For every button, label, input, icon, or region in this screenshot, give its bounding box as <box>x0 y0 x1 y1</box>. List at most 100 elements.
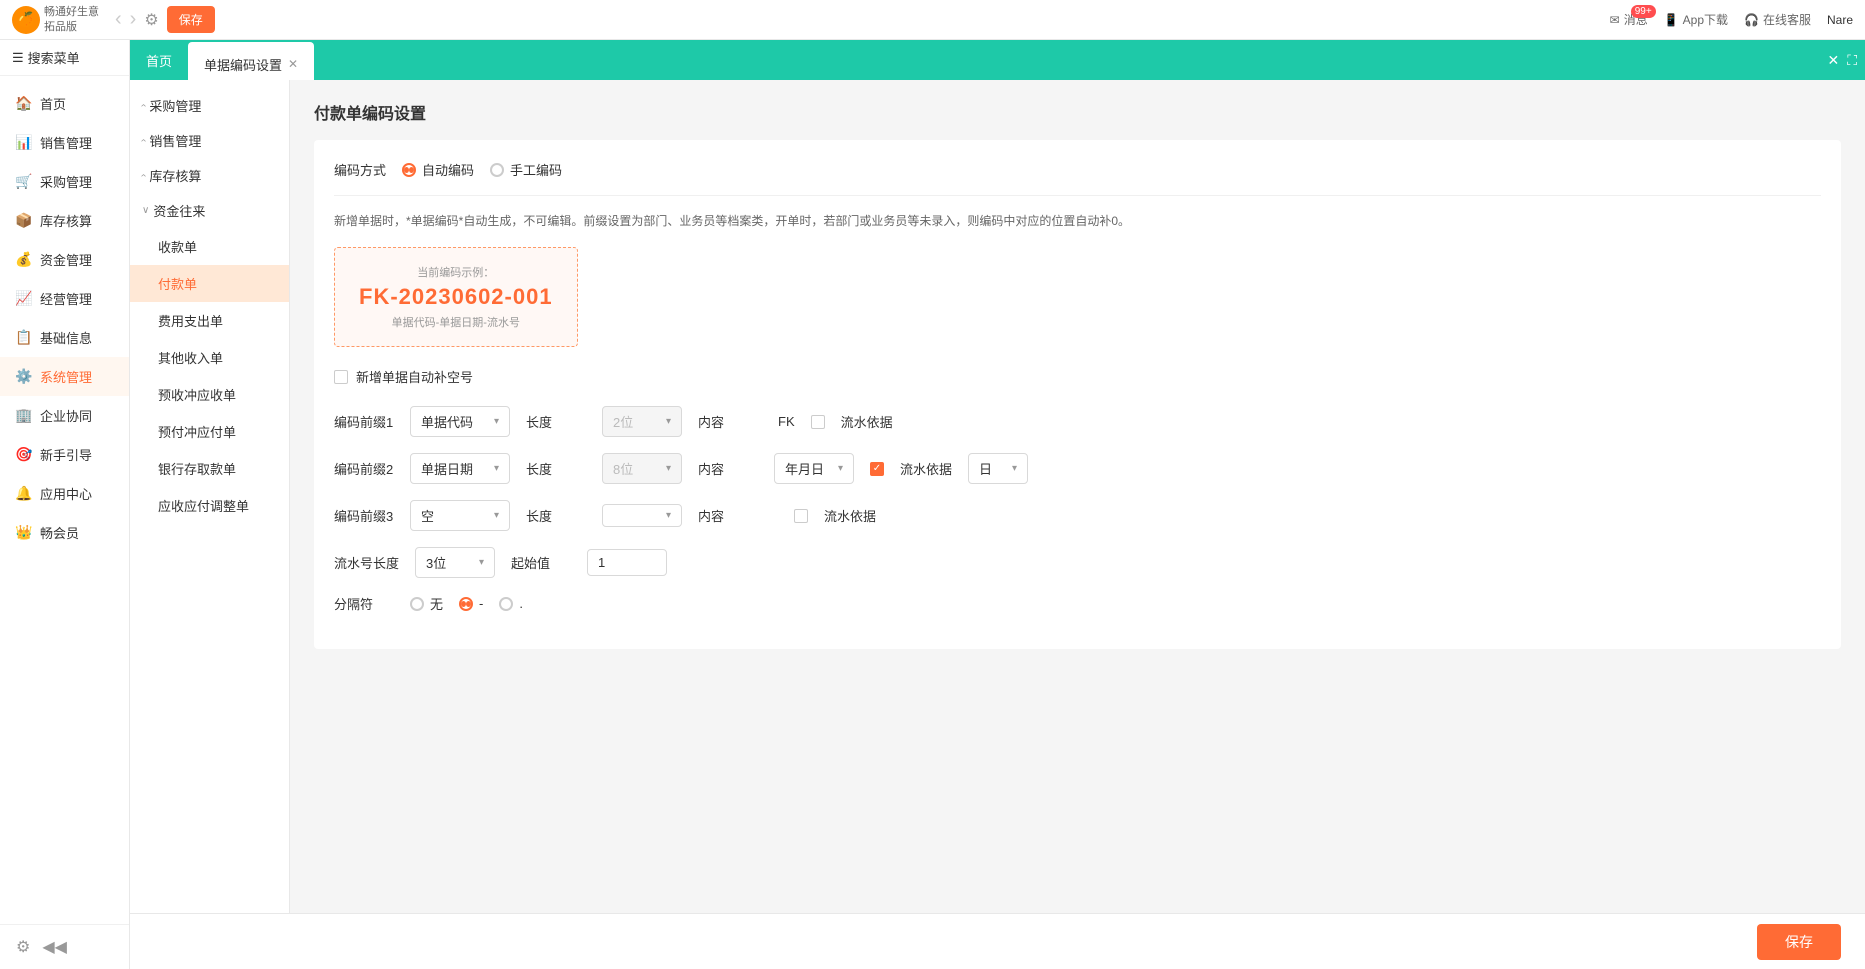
content-2-arrow: ▾ <box>838 463 843 474</box>
operations-icon: 📈 <box>16 291 32 307</box>
sec-item-advance-payable[interactable]: 预付冲应付单 <box>130 413 289 450</box>
length-2-arrow: ▾ <box>666 463 671 474</box>
top-bar-left: 🍊 畅通好生意 拓品版 ‹ › ⚙ 保存 <box>12 5 215 34</box>
radio-manual[interactable]: 手工编码 <box>490 160 562 179</box>
settings-bottom-icon[interactable]: ⚙ <box>16 937 30 957</box>
sidebar-item-finance[interactable]: 💰 资金管理 <box>0 240 129 279</box>
radio-manual-circle <box>490 163 504 177</box>
flow-length-arrow: ▾ <box>479 557 484 568</box>
tab-bar-actions: ✕ ⛶ <box>1827 52 1865 69</box>
search-menu[interactable]: ☰ 搜索菜单 <box>0 40 129 76</box>
main-content: 付款单编码设置 编码方式 自动编码 <box>290 80 1865 913</box>
length-2-select[interactable]: 8位 ▾ <box>602 453 682 484</box>
prefix-2-arrow: ▾ <box>494 463 499 474</box>
sep-radio-dash[interactable]: - <box>459 596 483 611</box>
length-1-select[interactable]: 2位 ▾ <box>602 406 682 437</box>
prefix-3-arrow: ▾ <box>494 510 499 521</box>
sidebar-item-guide[interactable]: 🎯 新手引导 <box>0 435 129 474</box>
sep-radio-dot[interactable]: . <box>499 596 523 611</box>
flow-3-checkbox[interactable] <box>794 509 808 523</box>
tab-encoding-settings[interactable]: 单据编码设置 ✕ <box>188 42 314 82</box>
sidebar-item-inventory[interactable]: 📦 库存核算 <box>0 201 129 240</box>
prefix-2-select[interactable]: 单据日期 ▾ <box>410 453 510 484</box>
sidebar-item-enterprise[interactable]: 🏢 企业协同 <box>0 396 129 435</box>
sidebar-item-purchase[interactable]: 🛒 采购管理 <box>0 162 129 201</box>
sidebar-item-apps[interactable]: 🔔 应用中心 <box>0 474 129 513</box>
sec-group-capital[interactable]: ∨ 资金往来 <box>130 193 289 228</box>
sec-item-other-income[interactable]: 其他收入单 <box>130 339 289 376</box>
sidebar-item-sales[interactable]: 📊 销售管理 <box>0 123 129 162</box>
tab-minimize-icon[interactable]: ✕ <box>1827 52 1839 69</box>
flow-length-label: 流水号长度 <box>334 553 399 572</box>
online-service-item[interactable]: 🎧 在线客服 <box>1744 11 1811 28</box>
radio-auto[interactable]: 自动编码 <box>402 160 474 179</box>
settings-icon[interactable]: ⚙ <box>144 10 158 30</box>
flow-length-select[interactable]: 3位 ▾ <box>415 547 495 578</box>
tab-close-icon[interactable]: ✕ <box>288 57 298 71</box>
prefix-2-label: 编码前缀2 <box>334 459 394 478</box>
length-3-label: 长度 <box>526 506 586 525</box>
content-1-value: FK <box>778 414 795 429</box>
length-3-select[interactable]: ▾ <box>602 504 682 527</box>
auto-fill-checkbox[interactable] <box>334 370 348 384</box>
purchase-icon: 🛒 <box>16 174 32 190</box>
sec-item-expense[interactable]: 费用支出单 <box>130 302 289 339</box>
sidebar-bottom: ⚙ ◀◀ <box>0 924 129 969</box>
prefix-row-3: 编码前缀3 空 ▾ 长度 ▾ 内容 流水依据 <box>334 500 1821 531</box>
sidebar-item-basic[interactable]: 📋 基础信息 <box>0 318 129 357</box>
sep-radio-none[interactable]: 无 <box>410 594 443 613</box>
prefix-1-arrow: ▾ <box>494 416 499 427</box>
page-title: 付款单编码设置 <box>314 100 1841 124</box>
sec-group-sales[interactable]: › 销售管理 <box>130 123 289 158</box>
sidebar-item-member[interactable]: 👑 畅会员 <box>0 513 129 552</box>
apps-icon: 🔔 <box>16 486 32 502</box>
tab-bar: 首页 单据编码设置 ✕ ✕ ⛶ <box>130 40 1865 80</box>
tab-expand-icon[interactable]: ⛶ <box>1847 52 1857 69</box>
day-select[interactable]: 日 ▾ <box>968 453 1028 484</box>
prefix-3-select[interactable]: 空 ▾ <box>410 500 510 531</box>
tab-home[interactable]: 首页 <box>130 40 188 80</box>
system-icon: ⚙️ <box>16 369 32 385</box>
experience-button[interactable]: 保存 <box>167 6 215 33</box>
content-area: 首页 单据编码设置 ✕ ✕ ⛶ › 采购管理 › 销售管理 <box>130 40 1865 969</box>
content-2-select[interactable]: 年月日 ▾ <box>774 453 854 484</box>
prefix-1-select[interactable]: 单据代码 ▾ <box>410 406 510 437</box>
length-1-arrow: ▾ <box>666 416 671 427</box>
start-value-input[interactable] <box>587 549 667 576</box>
message-icon: ✉ <box>1610 13 1620 27</box>
collapse-icon[interactable]: ◀◀ <box>42 937 67 957</box>
top-bar: 🍊 畅通好生意 拓品版 ‹ › ⚙ 保存 ✉ 消息 99+ 📱 App下载 🎧 … <box>0 0 1865 40</box>
chevron-sales: › <box>138 139 149 142</box>
sec-item-payment[interactable]: 付款单 <box>130 265 289 302</box>
sidebar-item-home[interactable]: 🏠 首页 <box>0 84 129 123</box>
flow-2-checkbox[interactable]: ✓ <box>870 462 884 476</box>
sec-item-receipt[interactable]: 收款单 <box>130 228 289 265</box>
nav-right-arrow[interactable]: › <box>130 8 137 31</box>
info-text: 新增单据时，*单据编码*自动生成，不可编辑。前缀设置为部门、业务员等档案类，开单… <box>334 212 1821 231</box>
app-download-item[interactable]: 📱 App下载 <box>1664 11 1728 28</box>
sidebar-item-system[interactable]: ⚙️ 系统管理 <box>0 357 129 396</box>
sec-group-purchase[interactable]: › 采购管理 <box>130 88 289 123</box>
flow-1-checkbox[interactable] <box>811 415 825 429</box>
sec-item-advance-receivable[interactable]: 预收冲应收单 <box>130 376 289 413</box>
settings-card: 编码方式 自动编码 手工编码 <box>314 140 1841 649</box>
content-3-label: 内容 <box>698 506 758 525</box>
sales-icon: 📊 <box>16 135 32 151</box>
online-service-icon: 🎧 <box>1744 13 1759 27</box>
main-layout: ☰ 搜索菜单 🏠 首页 📊 销售管理 🛒 采购管理 📦 库存核算 💰 资 <box>0 40 1865 969</box>
save-button[interactable]: 保存 <box>1757 924 1841 960</box>
app-download-label: App下载 <box>1683 11 1728 28</box>
sec-group-inventory[interactable]: › 库存核算 <box>130 158 289 193</box>
message-item[interactable]: ✉ 消息 99+ <box>1610 11 1648 28</box>
online-service-label: 在线客服 <box>1763 11 1811 28</box>
user-name[interactable]: Nare <box>1827 13 1853 27</box>
brand-text: 畅通好生意 拓品版 <box>44 5 99 34</box>
brand: 🍊 畅通好生意 拓品版 <box>12 5 99 34</box>
sec-item-adjustment[interactable]: 应收应付调整单 <box>130 487 289 524</box>
sec-item-bank[interactable]: 银行存取款单 <box>130 450 289 487</box>
encoding-type-row: 编码方式 自动编码 手工编码 <box>334 160 1821 196</box>
nav-left-arrow[interactable]: ‹ <box>115 8 122 31</box>
separator-row: 分隔符 无 - . <box>334 594 1821 613</box>
enterprise-icon: 🏢 <box>16 408 32 424</box>
sidebar-item-operations[interactable]: 📈 经营管理 <box>0 279 129 318</box>
